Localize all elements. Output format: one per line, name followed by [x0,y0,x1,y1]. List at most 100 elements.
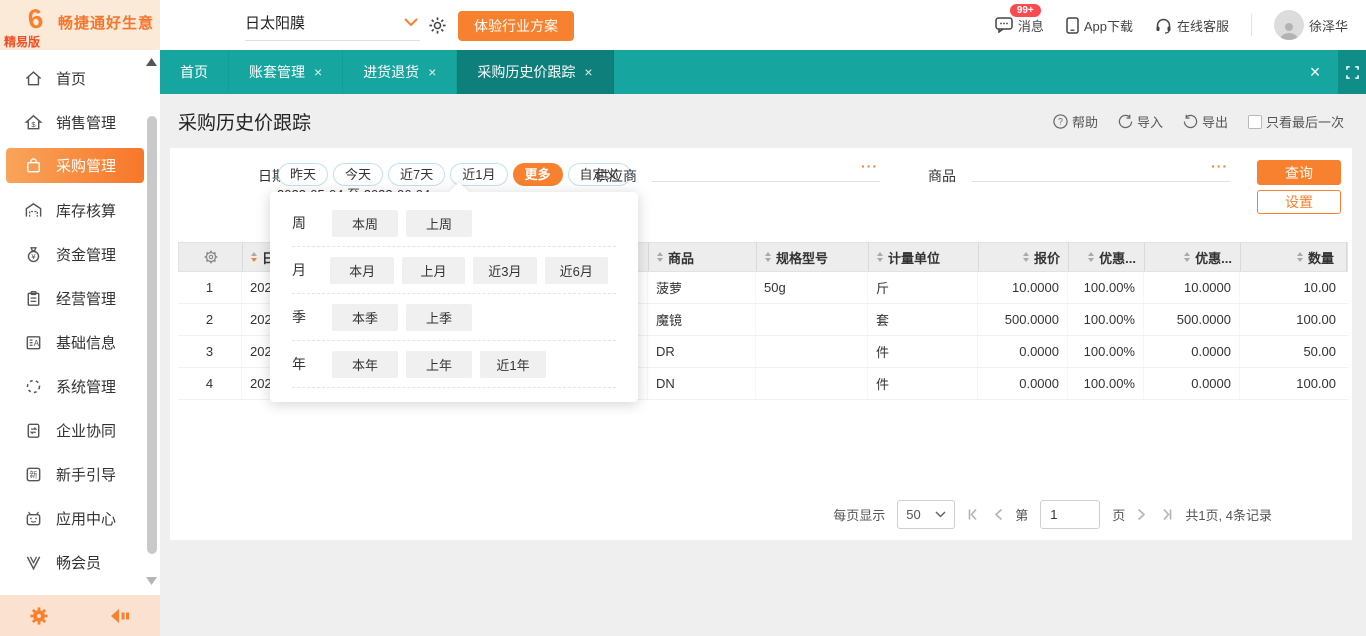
sidebar-scroll-down-icon[interactable] [146,577,157,585]
prev-page-icon[interactable] [994,508,1003,521]
tab-account-management[interactable]: 账套管理 × [229,50,343,94]
close-all-tabs-button[interactable]: × [1292,50,1338,94]
sidebar-item-member[interactable]: 畅会员 [0,540,160,584]
svg-text:?: ? [1058,117,1063,127]
info-doc-icon: A [24,333,43,352]
sidebar-item-app-center[interactable]: 应用中心 [0,496,160,540]
product-more-icon[interactable]: ··· [1211,158,1228,174]
sidebar-scroll-up-icon[interactable] [146,58,157,66]
close-icon[interactable]: × [428,65,436,79]
product-input[interactable]: ··· [972,158,1230,182]
per-page-select[interactable]: 50 [897,500,955,529]
close-icon[interactable]: × [314,65,322,79]
popup-option-this-month[interactable]: 本月 [330,257,393,284]
export-button[interactable]: 导出 [1183,112,1228,131]
online-support-label: 在线客服 [1177,16,1229,35]
fullscreen-button[interactable] [1338,50,1366,94]
supplier-input[interactable]: ··· [652,158,880,182]
popup-option-last-3-months[interactable]: 近3月 [473,257,536,284]
popup-row-quarter: 季 本季 上季 [292,294,616,341]
messages-button[interactable]: 消息 99+ [995,16,1044,35]
pagination: 每页显示 50 第 页 共1页, 4条记录 [833,500,1272,529]
popup-option-last-quarter[interactable]: 上季 [406,304,472,331]
import-button[interactable]: 导入 [1118,112,1163,131]
last-only-checkbox[interactable]: 只看最后一次 [1248,112,1344,131]
pill-yesterday[interactable]: 昨天 [278,163,328,186]
sidebar-item-inventory[interactable]: 库存核算 [0,188,160,232]
sidebar-item-purchase[interactable]: 采购管理 [6,148,144,183]
col-header-spec[interactable]: 规格型号 [757,243,869,271]
pill-last7days[interactable]: 近7天 [388,163,445,186]
supplier-more-icon[interactable]: ··· [861,158,878,174]
pill-today[interactable]: 今天 [333,163,383,186]
col-header-discount-price[interactable]: 优惠... [1145,243,1241,271]
sort-icon[interactable] [1088,252,1094,262]
svg-text:A: A [34,338,40,347]
tab-purchase-return[interactable]: 进货退货 × [343,50,457,94]
close-icon[interactable]: × [584,65,592,79]
sort-icon[interactable] [1184,252,1190,262]
company-select[interactable]: 日太阳膜 [245,9,420,41]
popup-option-this-week[interactable]: 本周 [332,210,398,237]
popup-option-this-quarter[interactable]: 本季 [332,304,398,331]
footer-gear-icon[interactable] [30,607,48,625]
sidebar-item-sales[interactable]: $ 销售管理 [0,100,160,144]
sort-icon[interactable] [251,252,257,262]
col-header-discount-rate[interactable]: 优惠... [1069,243,1145,271]
popup-option-last-month[interactable]: 上月 [402,257,465,284]
system-icon [24,377,43,396]
collapse-sidebar-icon[interactable] [110,608,130,624]
popup-option-last-6-months[interactable]: 近6月 [545,257,608,284]
last-page-icon[interactable] [1160,508,1173,521]
chevron-down-icon [404,18,418,27]
sort-icon[interactable] [1297,252,1303,262]
checkbox-icon[interactable] [1248,115,1262,129]
tab-home[interactable]: 首页 [160,50,229,94]
col-header-price[interactable]: 报价 [979,243,1069,271]
col-header-product[interactable]: 商品 [649,243,757,271]
popup-option-last-week[interactable]: 上周 [406,210,472,237]
sidebar-item-operations[interactable]: 经营管理 [0,276,160,320]
popup-option-last-1-year[interactable]: 近1年 [480,351,546,378]
sidebar-item-funds[interactable]: ¥ 资金管理 [0,232,160,276]
pill-more[interactable]: 更多 [513,163,563,186]
sort-icon[interactable] [1023,252,1029,262]
help-button[interactable]: ? 帮助 [1053,112,1098,131]
sidebar-scrollbar[interactable] [147,116,157,554]
per-page-label: 每页显示 [833,505,885,524]
logo: 6 畅捷通好生意 精易版 [0,0,160,50]
online-support-button[interactable]: 在线客服 [1155,16,1229,35]
page-input[interactable] [1040,500,1100,529]
col-header-qty[interactable]: 数量 [1241,243,1347,271]
sidebar-item-basic-info[interactable]: A 基础信息 [0,320,160,364]
trial-plan-button[interactable]: 体验行业方案 [458,11,574,41]
popup-option-this-year[interactable]: 本年 [332,351,398,378]
settings-button[interactable]: 设置 [1257,190,1341,214]
popup-option-last-year[interactable]: 上年 [406,351,472,378]
page-suffix: 页 [1112,505,1125,524]
next-page-icon[interactable] [1137,508,1146,521]
sidebar-item-home[interactable]: 首页 [0,56,160,100]
sidebar-item-collaboration[interactable]: 企业协同 [0,408,160,452]
popup-row-week: 周 本周 上周 [292,200,616,247]
sale-icon: $ [24,113,43,132]
sidebar-item-system[interactable]: 系统管理 [0,364,160,408]
table-settings-gear-icon[interactable] [179,243,243,271]
col-header-unit[interactable]: 计量单位 [869,243,979,271]
brand-name: 畅捷通好生意 [58,12,154,33]
first-page-icon[interactable] [967,508,980,521]
export-icon [1183,114,1198,129]
sort-icon[interactable] [877,252,883,262]
account-settings-gear-icon[interactable] [428,16,447,35]
money-bag-icon: ¥ [24,245,43,264]
user-menu[interactable]: 徐泽华 [1274,10,1348,40]
sort-icon[interactable] [765,252,771,262]
app-download-button[interactable]: App下载 [1066,16,1133,35]
sidebar-item-newbie-guide[interactable]: 新 新手引导 [0,452,160,496]
sort-icon[interactable] [657,252,663,262]
warehouse-icon [24,201,43,220]
headset-icon [1155,17,1172,34]
tab-purchase-history-price[interactable]: 采购历史价跟踪 × [457,50,613,94]
app-download-label: App下载 [1084,16,1133,35]
query-button[interactable]: 查询 [1257,160,1341,185]
